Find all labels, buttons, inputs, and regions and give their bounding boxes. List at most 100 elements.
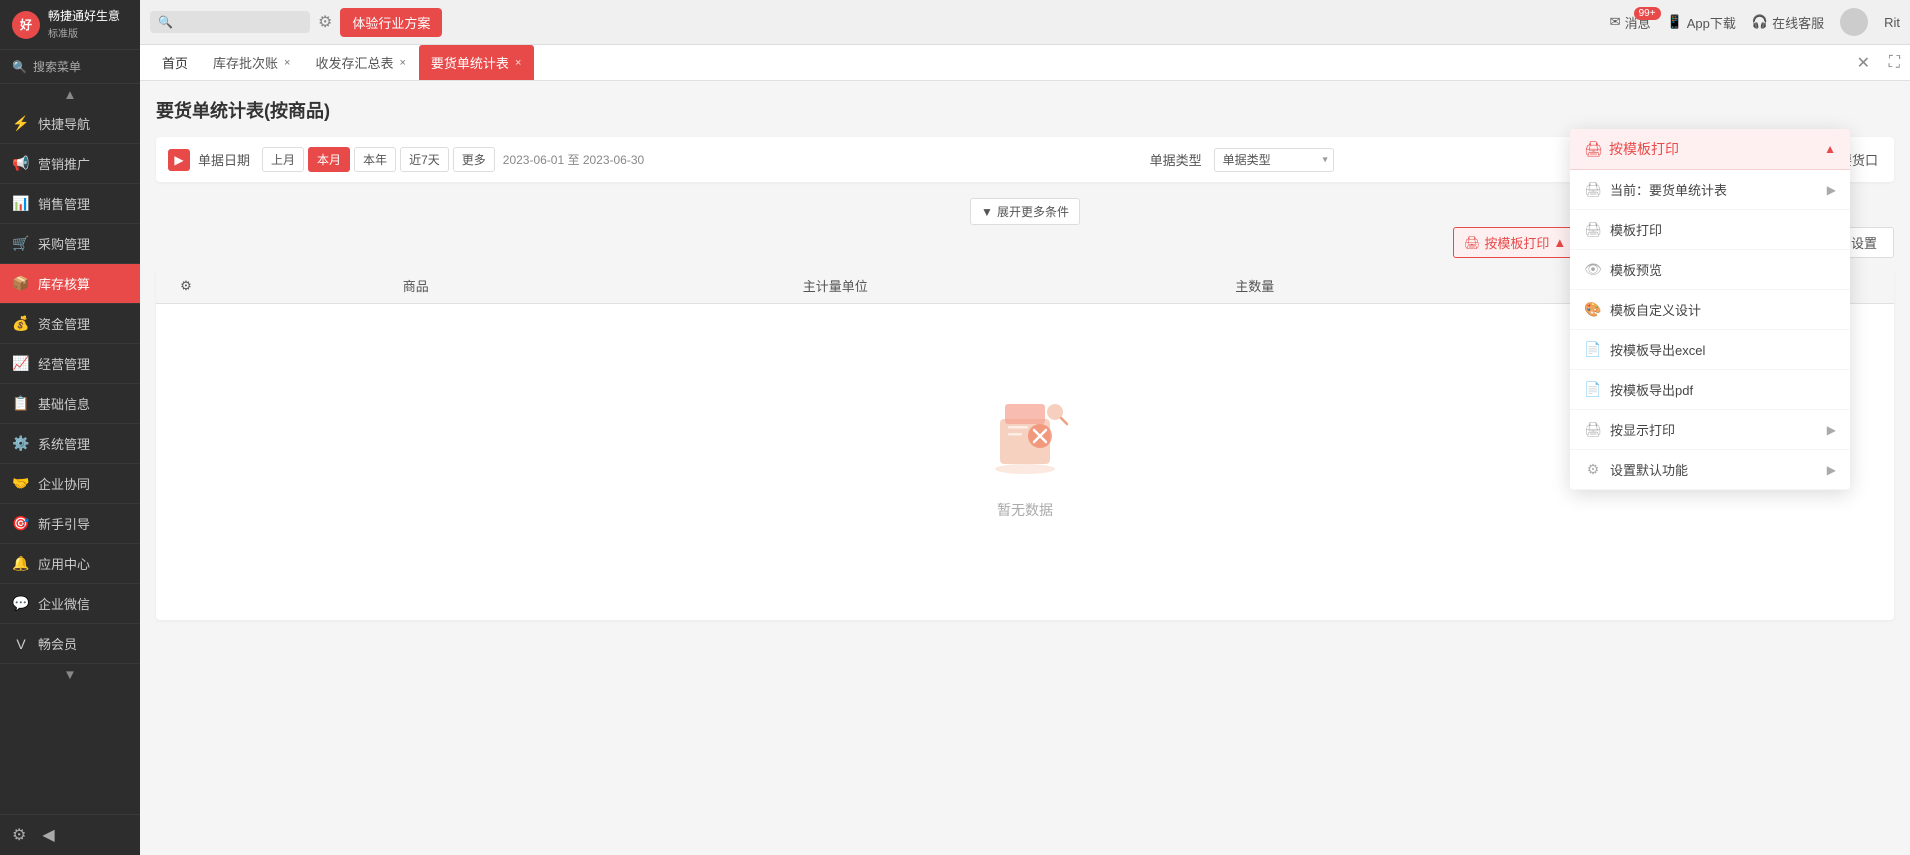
sidebar-icon-operation: 📈 xyxy=(12,355,30,373)
user-avatar[interactable] xyxy=(1840,8,1868,36)
sidebar: 好 畅捷通好生意 标准版 🔍 搜索菜单 ▲ ⚡ 快捷导航 📢 营销推广 📊 销售… xyxy=(0,0,140,855)
search-menu[interactable]: 🔍 搜索菜单 xyxy=(0,50,140,84)
settings-icon[interactable]: ⚙ xyxy=(12,825,26,845)
expand-more-button[interactable]: ▼ 展开更多条件 xyxy=(970,198,1080,225)
sidebar-item-collab[interactable]: 🤝 企业协同 xyxy=(0,464,140,504)
dropdown-expand-item-default-func[interactable]: ⚙ 设置默认功能 ▶ xyxy=(1570,450,1850,490)
dropdown-item-template-print[interactable]: 🖨 模板打印 xyxy=(1570,210,1850,250)
sidebar-item-sales[interactable]: 📊 销售管理 xyxy=(0,184,140,224)
sidebar-label-newbie: 新手引导 xyxy=(38,514,90,533)
sidebar-item-wecom[interactable]: 💬 企业微信 xyxy=(0,584,140,624)
search-icon: 🔍 xyxy=(12,60,27,74)
filter-expand-btn[interactable]: ▶ xyxy=(168,149,190,171)
online-service-button[interactable]: 🎧 在线客服 xyxy=(1752,13,1824,32)
app-logo: 好 畅捷通好生意 标准版 xyxy=(0,0,140,50)
content-area: 要货单统计表(按商品) ▶ 单据日期 上月本月本年近7天更多 2023-06-0… xyxy=(140,81,1910,855)
sidebar-label-sales: 销售管理 xyxy=(38,194,90,213)
date-btn-近7天[interactable]: 近7天 xyxy=(400,147,449,172)
sidebar-label-member: 畅会员 xyxy=(38,634,77,653)
date-btn-上月[interactable]: 上月 xyxy=(262,147,304,172)
trial-button[interactable]: 体验行业方案 xyxy=(340,8,442,37)
dropdown-items: 🖨 模板打印 👁 模板预览 🎨 模板自定义设计 📄 按模板导出excel 📄 按… xyxy=(1570,210,1850,410)
sidebar-icon-wecom: 💬 xyxy=(12,595,30,613)
sidebar-icon-collab: 🤝 xyxy=(12,475,30,493)
page-title: 要货单统计表(按商品) xyxy=(156,97,1894,123)
sidebar-label-inventory: 库存核算 xyxy=(38,274,90,293)
current-template-left: 🖨 当前：要货单统计表 xyxy=(1584,180,1727,199)
date-btn-本月[interactable]: 本月 xyxy=(308,147,350,172)
sidebar-icon-basic: 📋 xyxy=(12,395,30,413)
sidebar-item-system[interactable]: ⚙️ 系统管理 xyxy=(0,424,140,464)
print-button[interactable]: 🖨 按模板打印 ▲ xyxy=(1453,227,1577,258)
sidebar-label-operation: 经营管理 xyxy=(38,354,90,373)
printer-icon: 🖨 xyxy=(1464,235,1481,251)
sidebar-item-basic[interactable]: 📋 基础信息 xyxy=(0,384,140,424)
sidebar-item-operation[interactable]: 📈 经营管理 xyxy=(0,344,140,384)
tab-order-stats[interactable]: 要货单统计表 × xyxy=(419,45,534,80)
date-range: 2023-06-01 至 2023-06-30 xyxy=(503,151,644,168)
expand-label: 展开更多条件 xyxy=(997,203,1069,220)
sidebar-item-finance[interactable]: 💰 资金管理 xyxy=(0,304,140,344)
tab-label-order-stats: 要货单统计表 xyxy=(431,53,509,72)
tab-close-order-stats[interactable]: × xyxy=(515,57,521,69)
sidebar-label-system: 系统管理 xyxy=(38,434,90,453)
expand-label-default-func: 设置默认功能 xyxy=(1610,460,1688,479)
topbar-search-box[interactable]: 🔍 xyxy=(150,11,310,33)
sidebar-items: ⚡ 快捷导航 📢 营销推广 📊 销售管理 🛒 采购管理 📦 库存核算 💰 资金管… xyxy=(0,104,140,664)
tabs-container: 首页库存批次账×收发存汇总表× 要货单统计表 × xyxy=(150,45,534,80)
print-chevron-up: ▲ xyxy=(1553,235,1566,250)
sidebar-icon-quick-nav: ⚡ xyxy=(12,115,30,133)
phone-icon: 📱 xyxy=(1667,14,1683,30)
sidebar-item-member[interactable]: V 畅会员 xyxy=(0,624,140,664)
topbar-settings-icon[interactable]: ⚙ xyxy=(318,12,332,32)
sidebar-scroll-up[interactable]: ▲ xyxy=(0,84,140,104)
sidebar-item-quick-nav[interactable]: ⚡ 快捷导航 xyxy=(0,104,140,144)
type-select[interactable]: 单据类型 xyxy=(1214,148,1334,172)
expand-item-left-display-print: 🖨 按显示打印 xyxy=(1584,420,1675,439)
dropdown-collapse-icon[interactable]: ▲ xyxy=(1824,142,1836,156)
current-template-chevron: ▶ xyxy=(1827,183,1836,197)
dropdown-expand-item-display-print[interactable]: 🖨 按显示打印 ▶ xyxy=(1570,410,1850,450)
current-template-item[interactable]: 🖨 当前：要货单统计表 ▶ xyxy=(1570,170,1850,210)
tab-collection-summary[interactable]: 收发存汇总表× xyxy=(303,45,418,80)
topbar-right: ✉ 消息 99+ 📱 App下载 🎧 在线客服 Rit xyxy=(1610,8,1900,36)
sidebar-icon-marketing: 📢 xyxy=(12,155,30,173)
sidebar-item-inventory[interactable]: 📦 库存核算 xyxy=(0,264,140,304)
dropdown-item-template-pdf[interactable]: 📄 按模板导出pdf xyxy=(1570,370,1850,410)
sidebar-label-wecom: 企业微信 xyxy=(38,594,90,613)
collapse-icon[interactable]: ◀ xyxy=(42,825,54,845)
type-filter-label: 单据类型 xyxy=(1150,150,1202,169)
dropdown-expandable-items: 🖨 按显示打印 ▶ ⚙ 设置默认功能 ▶ xyxy=(1570,410,1850,490)
dropdown-item-template-preview[interactable]: 👁 模板预览 xyxy=(1570,250,1850,290)
message-icon: ✉ xyxy=(1610,14,1621,30)
date-btn-更多[interactable]: 更多 xyxy=(453,147,495,172)
date-btn-本年[interactable]: 本年 xyxy=(354,147,396,172)
dropdown-item-template-design[interactable]: 🎨 模板自定义设计 xyxy=(1570,290,1850,330)
sidebar-item-newbie[interactable]: 🎯 新手引导 xyxy=(0,504,140,544)
expand-label-display-print: 按显示打印 xyxy=(1610,420,1675,439)
search-menu-label: 搜索菜单 xyxy=(33,58,81,75)
sidebar-item-marketing[interactable]: 📢 营销推广 xyxy=(0,144,140,184)
empty-text: 暂无数据 xyxy=(997,500,1053,520)
expand-tabs-icon[interactable]: ⛶ xyxy=(1889,54,1900,72)
app-download-button[interactable]: 📱 App下载 xyxy=(1667,13,1736,32)
tab-close-batch-account[interactable]: × xyxy=(284,57,290,69)
message-button[interactable]: ✉ 消息 99+ xyxy=(1610,13,1651,32)
current-template-icon: 🖨 xyxy=(1584,181,1602,198)
logo-icon: 好 xyxy=(12,11,40,39)
tab-home[interactable]: 首页 xyxy=(150,45,201,80)
dropdown-label-template-print: 模板打印 xyxy=(1610,220,1662,239)
sidebar-icon-member: V xyxy=(12,635,30,653)
tab-batch-account[interactable]: 库存批次账× xyxy=(201,45,303,80)
sidebar-item-appstore[interactable]: 🔔 应用中心 xyxy=(0,544,140,584)
close-all-tabs-icon[interactable]: ✕ xyxy=(1857,53,1870,73)
sidebar-icon-system: ⚙️ xyxy=(12,435,30,453)
dropdown-item-template-excel[interactable]: 📄 按模板导出excel xyxy=(1570,330,1850,370)
table-col-settings[interactable]: ⚙ xyxy=(166,278,206,294)
sidebar-scroll-down[interactable]: ▼ xyxy=(0,664,140,684)
print-label: 按模板打印 xyxy=(1484,233,1549,252)
sidebar-label-collab: 企业协同 xyxy=(38,474,90,493)
tab-close-collection-summary[interactable]: × xyxy=(399,57,405,69)
dropdown-icon-template-excel: 📄 xyxy=(1584,341,1602,358)
sidebar-item-purchase[interactable]: 🛒 采购管理 xyxy=(0,224,140,264)
